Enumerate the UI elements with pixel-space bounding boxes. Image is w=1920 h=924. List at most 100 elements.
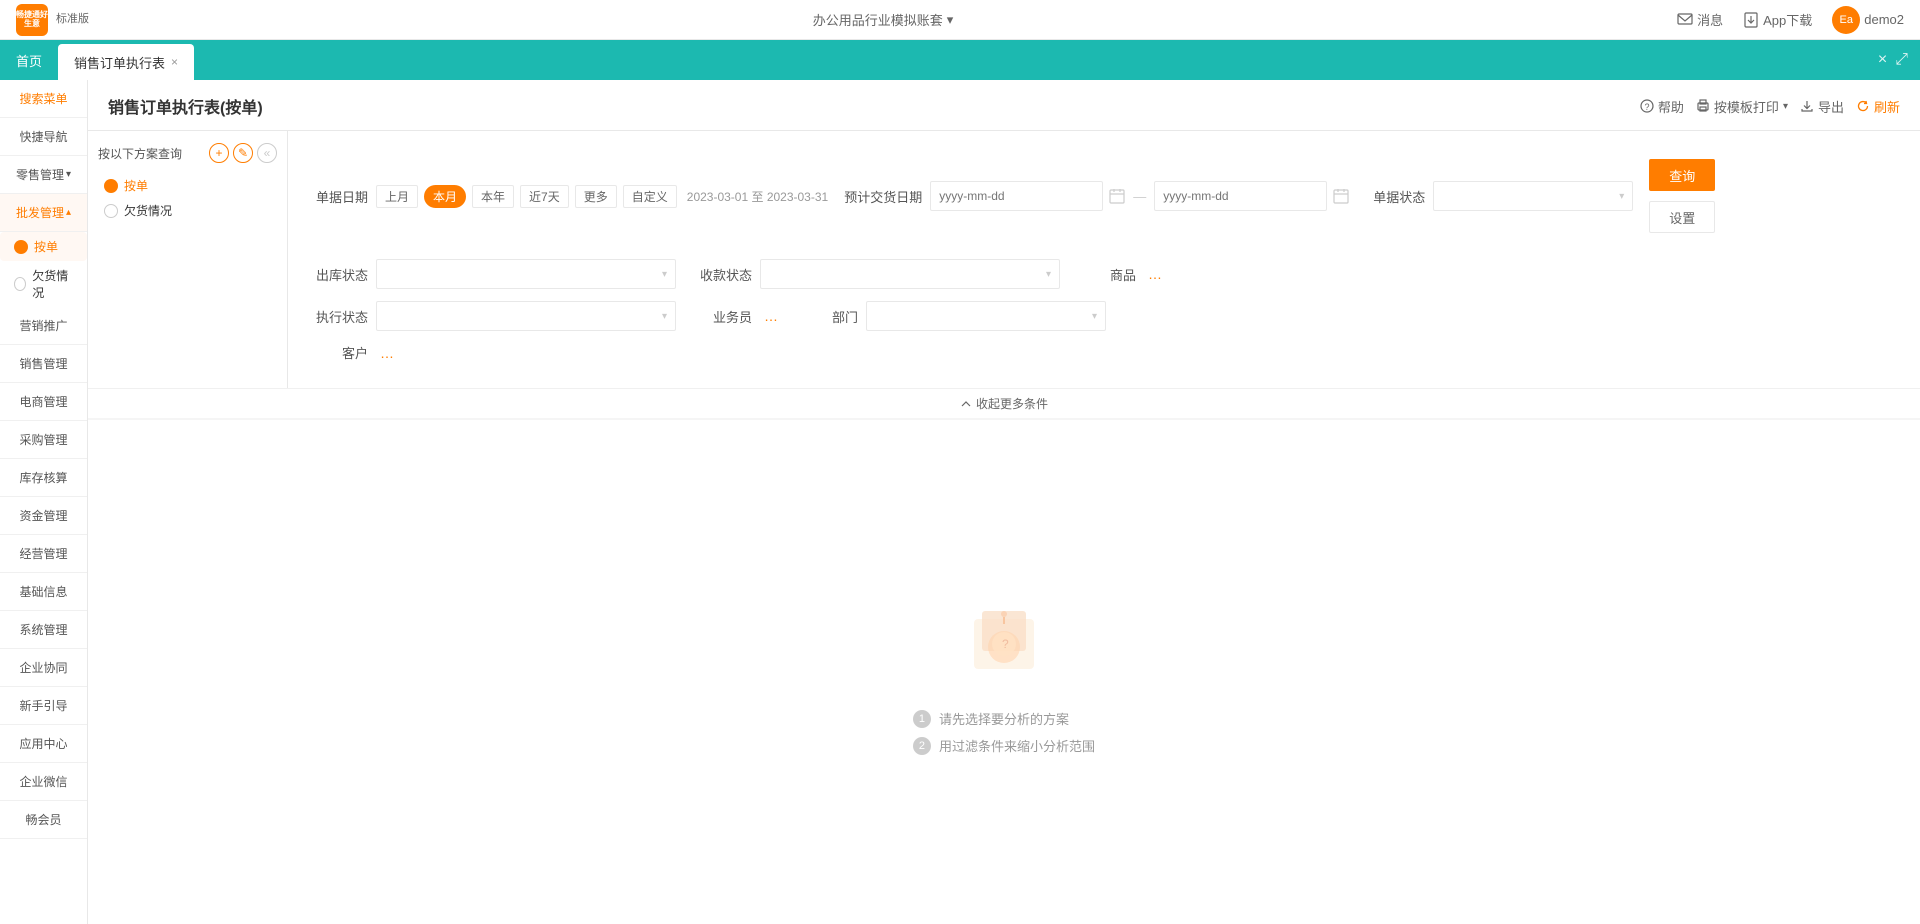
message-btn[interactable]: 消息 (1677, 10, 1723, 29)
page-actions: ? 帮助 按模板打印 ▾ 导出 刷新 (1640, 97, 1900, 128)
sidebar-item-operation[interactable]: 经营管理 (0, 535, 87, 573)
filter-group-delivery: 出库状态 ▾ (308, 259, 676, 289)
tab-home[interactable]: 首页 (0, 40, 58, 80)
refresh-btn[interactable]: 刷新 (1856, 97, 1900, 116)
sidebar-sub-arrear[interactable]: 欠货情况 (0, 261, 87, 307)
salesman-label: 业务员 (692, 307, 752, 326)
user-menu[interactable]: Ea demo2 (1832, 6, 1904, 34)
sidebar-item-ecommerce[interactable]: 电商管理 (0, 383, 87, 421)
sidebar-item-purchase[interactable]: 采购管理 (0, 421, 87, 459)
goods-label: 商品 (1076, 265, 1136, 284)
date-dash: — (1133, 189, 1146, 204)
svg-text:?: ? (1002, 637, 1009, 651)
tip-num-1: 1 (913, 710, 931, 728)
tab-close-btn[interactable]: × (171, 55, 178, 69)
filter-group-salesman: 业务员 … (692, 307, 782, 326)
sidebar: 搜索菜单 快捷导航 零售管理 ▾ 批发管理 ▴ 按单 欠货情况 营销推广 销售管… (0, 80, 88, 924)
expected-date-label: 预计交货日期 (844, 187, 922, 206)
filter-panel: 按以下方案查询 + ✎ « 按单 欠货情况 (88, 131, 1920, 388)
dept-select[interactable]: ▾ (866, 301, 1106, 331)
salesman-select-btn[interactable]: … (760, 308, 782, 324)
filter-group-exec: 执行状态 ▾ (308, 301, 676, 331)
filter-group-payment: 收款状态 ▾ (692, 259, 1060, 289)
date-btn-this-month[interactable]: 本月 (424, 185, 466, 208)
date-btn-last7[interactable]: 近7天 (520, 185, 569, 208)
customer-label: 客户 (308, 343, 368, 362)
expected-date-end[interactable] (1154, 181, 1327, 211)
edit-scheme-btn[interactable]: ✎ (233, 143, 253, 163)
calendar-icon-start[interactable] (1109, 188, 1125, 204)
delivery-select[interactable]: ▾ (376, 259, 676, 289)
scheme-order[interactable]: 按单 (98, 173, 277, 198)
sidebar-nav[interactable]: 快捷导航 (0, 118, 87, 156)
sidebar-item-apps[interactable]: 应用中心 (0, 725, 87, 763)
scheme-arrear[interactable]: 欠货情况 (98, 198, 277, 223)
sidebar-item-basic[interactable]: 基础信息 (0, 573, 87, 611)
help-btn[interactable]: ? 帮助 (1640, 97, 1684, 116)
expected-date-start[interactable] (930, 181, 1103, 211)
filter-left-header: 按以下方案查询 + ✎ « (98, 143, 277, 163)
goods-select-btn[interactable]: … (1144, 266, 1166, 282)
print-icon (1696, 99, 1710, 113)
status-select[interactable]: ▾ (1433, 181, 1633, 211)
date-btn-this-year[interactable]: 本年 (472, 185, 514, 208)
top-bar: 畅捷通好生意 标准版 办公用品行业模拟账套 ▾ 消息 App下载 Ea demo… (0, 0, 1920, 40)
sidebar-sub-order[interactable]: 按单 (0, 232, 87, 261)
calendar-icon-end[interactable] (1333, 188, 1349, 204)
date-btn-last-month[interactable]: 上月 (376, 185, 418, 208)
sidebar-item-system[interactable]: 系统管理 (0, 611, 87, 649)
sidebar-item-finance[interactable]: 资金管理 (0, 497, 87, 535)
add-scheme-btn[interactable]: + (209, 143, 229, 163)
sidebar-item-retail[interactable]: 零售管理 ▾ (0, 156, 87, 194)
filter-left: 按以下方案查询 + ✎ « 按单 欠货情况 (88, 131, 288, 388)
help-icon: ? (1640, 99, 1654, 113)
filter-row-1: 单据日期 上月 本月 本年 近7天 更多 自定义 2023-03-01 至 20… (308, 145, 1900, 247)
exec-select[interactable]: ▾ (376, 301, 676, 331)
sidebar-item-inventory[interactable]: 库存核算 (0, 459, 87, 497)
sidebar-item-newbie[interactable]: 新手引导 (0, 687, 87, 725)
customer-select-btn[interactable]: … (376, 345, 398, 361)
app-download-btn[interactable]: App下载 (1743, 10, 1812, 29)
page-title: 销售订单执行表(按单) (108, 94, 263, 130)
sidebar-item-wholesale[interactable]: 批发管理 ▴ (0, 194, 87, 232)
close-window-btn[interactable]: × (1878, 51, 1887, 69)
collapse-btn[interactable]: 收起更多条件 (960, 395, 1048, 412)
empty-state: ? 1 请先选择要分析的方案 2 用过滤条件来缩小分析范围 (88, 420, 1920, 924)
tip-num-2: 2 (913, 737, 931, 755)
sidebar-search[interactable]: 搜索菜单 (0, 80, 87, 118)
top-bar-right: 消息 App下载 Ea demo2 (1677, 6, 1904, 34)
collapse-section: 收起更多条件 (88, 388, 1920, 418)
sidebar-item-member[interactable]: 畅会员 (0, 801, 87, 839)
filter-right: 单据日期 上月 本月 本年 近7天 更多 自定义 2023-03-01 至 20… (288, 131, 1920, 388)
filter-group-status: 单据状态 ▾ (1365, 181, 1633, 211)
export-btn[interactable]: 导出 (1800, 97, 1844, 116)
sidebar-item-marketing[interactable]: 营销推广 (0, 307, 87, 345)
filter-left-actions: + ✎ « (209, 143, 277, 163)
payment-select[interactable]: ▾ (760, 259, 1060, 289)
settings-btn[interactable]: 设置 (1649, 201, 1715, 233)
date-options: 上月 本月 本年 近7天 更多 自定义 2023-03-01 至 2023-03… (376, 185, 828, 208)
date-btn-more[interactable]: 更多 (575, 185, 617, 208)
message-icon (1677, 12, 1693, 28)
refresh-icon (1856, 99, 1870, 113)
sidebar-item-wechat[interactable]: 企业微信 (0, 763, 87, 801)
date-btn-custom[interactable]: 自定义 (623, 185, 677, 208)
sidebar-item-corp[interactable]: 企业协同 (0, 649, 87, 687)
delivery-label: 出库状态 (308, 265, 368, 284)
action-btns: 查询 设置 (1649, 145, 1723, 247)
download-icon (1743, 12, 1759, 28)
tab-sales-order[interactable]: 销售订单执行表 × (58, 44, 194, 80)
search-btn[interactable]: 查询 (1649, 159, 1715, 191)
tab-bar: 首页 销售订单执行表 × × ⤢ (0, 40, 1920, 80)
filter-row-2: 出库状态 ▾ 收款状态 ▾ 商品 (308, 259, 1900, 289)
collapse-scheme-btn[interactable]: « (257, 143, 277, 163)
print-btn[interactable]: 按模板打印 ▾ (1696, 97, 1788, 116)
date-label: 单据日期 (308, 187, 368, 206)
maximize-btn[interactable]: ⤢ (1895, 51, 1908, 69)
scheme-dot-inactive (104, 204, 118, 218)
top-bar-left: 畅捷通好生意 标准版 (16, 4, 89, 36)
payment-label: 收款状态 (692, 265, 752, 284)
app-title[interactable]: 办公用品行业模拟账套 ▾ (813, 10, 954, 29)
inactive-dot (14, 277, 26, 291)
sidebar-item-sales[interactable]: 销售管理 (0, 345, 87, 383)
